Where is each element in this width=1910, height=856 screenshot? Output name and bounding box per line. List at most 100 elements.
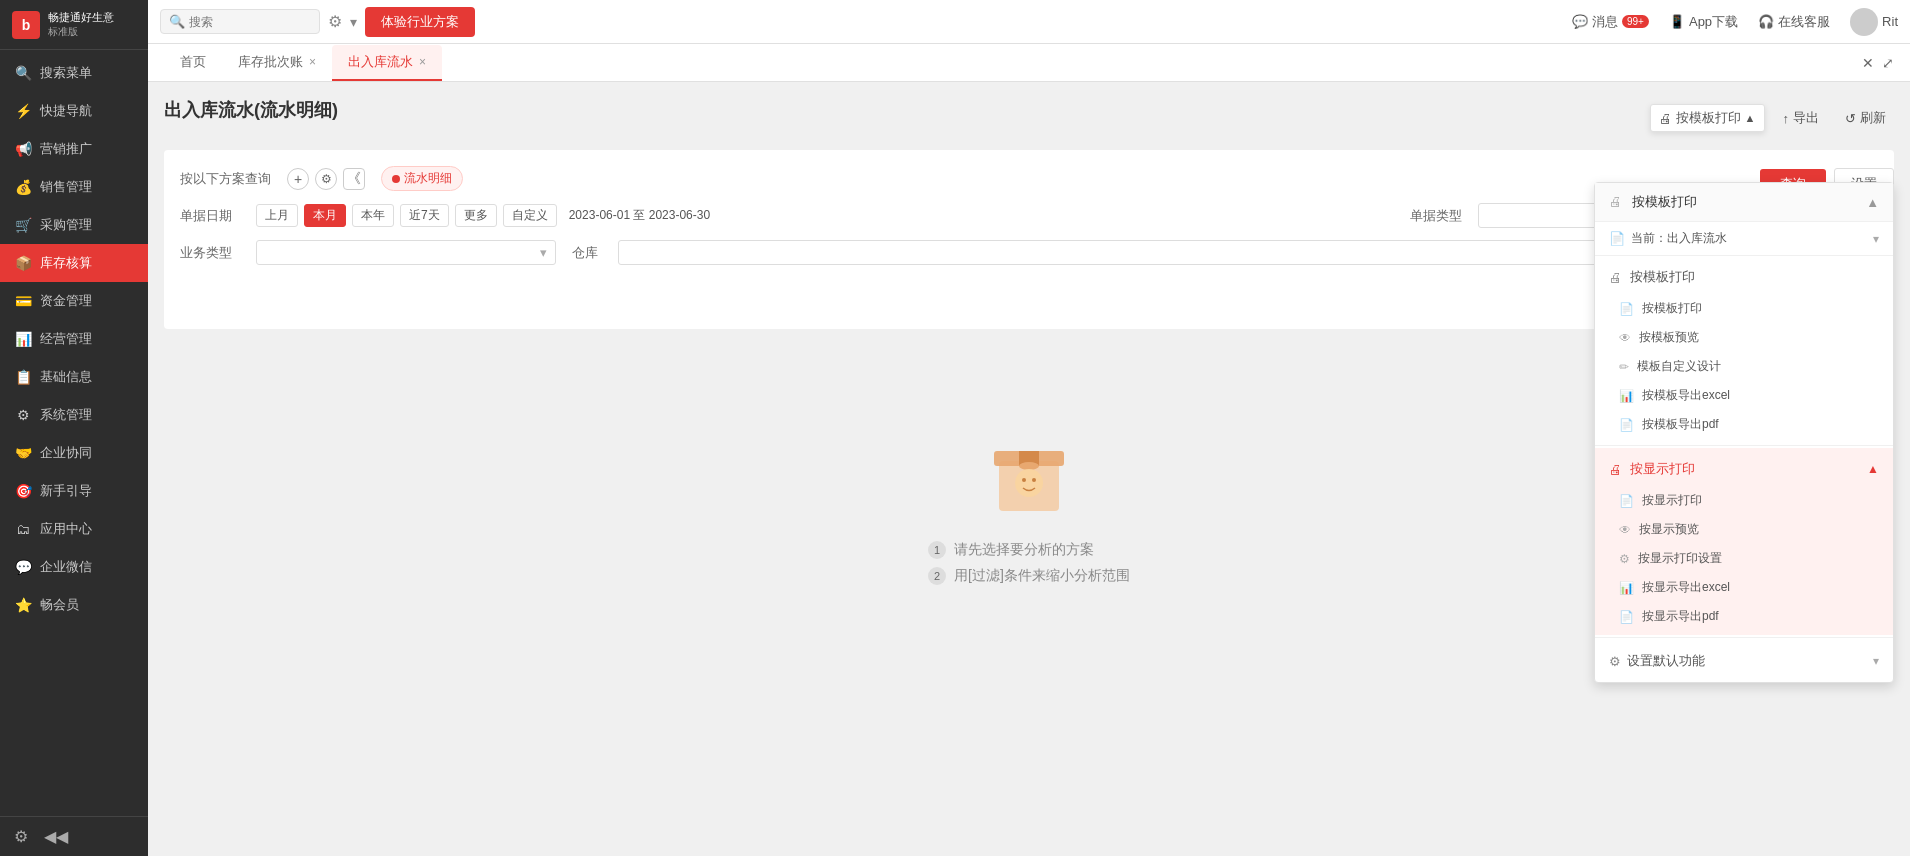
sidebar-item-label: 销售管理: [40, 178, 92, 196]
print-dropdown-title: 🖨 按模板打印: [1609, 193, 1697, 211]
display-preview-label: 按显示预览: [1639, 521, 1699, 538]
date-filter-label: 单据日期: [180, 207, 240, 225]
print-dropdown-chevron[interactable]: ▲: [1866, 195, 1879, 210]
sidebar-item-wechat[interactable]: 💬 企业微信: [0, 548, 148, 586]
topbar-search-box[interactable]: 🔍: [160, 9, 320, 34]
filter-collapse-button[interactable]: 《: [343, 168, 365, 190]
collapse-sidebar-icon[interactable]: ◀◀: [44, 827, 68, 846]
template-print-button[interactable]: 🖨 按模板打印 ▲: [1650, 104, 1765, 132]
tab-in-out-flow-close[interactable]: ×: [419, 55, 426, 69]
search-menu-icon: 🔍: [14, 65, 32, 81]
customer-service-label: 在线客服: [1778, 13, 1830, 31]
display-print-action-item[interactable]: 📄 按显示打印: [1595, 486, 1893, 515]
sidebar-item-label: 经营管理: [40, 330, 92, 348]
sidebar-item-purchase[interactable]: 🛒 采购管理: [0, 206, 148, 244]
template-preview-item[interactable]: 👁 按模板预览: [1595, 323, 1893, 352]
template-print-action-icon: 📄: [1619, 302, 1634, 316]
date-btn-custom[interactable]: 自定义: [503, 204, 557, 227]
operations-icon: 📊: [14, 331, 32, 347]
message-label: 消息: [1592, 13, 1618, 31]
settings-gear-icon[interactable]: ⚙: [328, 12, 342, 31]
business-type-label: 业务类型: [180, 244, 240, 262]
date-btn-more[interactable]: 更多: [455, 204, 497, 227]
set-default-icon: ⚙: [1609, 654, 1621, 669]
export-button[interactable]: ↑ 导出: [1775, 105, 1828, 131]
sidebar-item-enterprise[interactable]: 🤝 企业协同: [0, 434, 148, 472]
close-window-icon[interactable]: ✕: [1862, 55, 1874, 71]
sidebar-item-quick-nav[interactable]: ⚡ 快捷导航: [0, 92, 148, 130]
business-type-select[interactable]: ▾: [256, 240, 556, 265]
display-print-section: 🖨 按显示打印 ▲ 📄 按显示打印 👁 按显示预览 ⚙ 按显示打印设置: [1595, 448, 1893, 635]
template-export-pdf-item[interactable]: 📄 按模板导出pdf: [1595, 410, 1893, 439]
trial-button[interactable]: 体验行业方案: [365, 7, 475, 37]
sidebar-item-label: 库存核算: [40, 254, 92, 272]
topbar-left: 🔍 ⚙ ▾ 体验行业方案: [160, 7, 1572, 37]
filter-tag[interactable]: 流水明细: [381, 166, 463, 191]
current-template-label: 当前：出入库流水: [1631, 230, 1727, 247]
page-title: 出入库流水(流水明细): [164, 98, 338, 122]
sidebar-item-label: 资金管理: [40, 292, 92, 310]
sidebar: b 畅捷通好生意 标准版 🔍 搜索菜单 ⚡ 快捷导航 📢 营销推广 💰 销售管理…: [0, 0, 148, 856]
sidebar-item-finance[interactable]: 💳 资金管理: [0, 282, 148, 320]
date-btn-last-7[interactable]: 近7天: [400, 204, 449, 227]
sidebar-item-search-menu[interactable]: 🔍 搜索菜单: [0, 54, 148, 92]
template-export-excel-icon: 📊: [1619, 389, 1634, 403]
page-header: 出入库流水(流水明细) 🖨 按模板打印 ▲ ↑ 导出 ↺ 刷新: [164, 98, 1894, 138]
template-export-excel-item[interactable]: 📊 按模板导出excel: [1595, 381, 1893, 410]
display-section-chevron: ▲: [1867, 462, 1879, 476]
date-btn-last-month[interactable]: 上月: [256, 204, 298, 227]
tab-inventory-batch-close[interactable]: ×: [309, 55, 316, 69]
app-download-button[interactable]: 📱 App下载: [1669, 13, 1738, 31]
set-default-section: ⚙ 设置默认功能 ▾: [1595, 640, 1893, 682]
sidebar-item-label: 快捷导航: [40, 102, 92, 120]
marketing-icon: 📢: [14, 141, 32, 157]
sidebar-nav: 🔍 搜索菜单 ⚡ 快捷导航 📢 营销推广 💰 销售管理 🛒 采购管理 📦 库存核…: [0, 50, 148, 816]
message-button[interactable]: 💬 消息 99+: [1572, 13, 1649, 31]
template-custom-label: 模板自定义设计: [1637, 358, 1721, 375]
refresh-button[interactable]: ↺ 刷新: [1837, 105, 1894, 131]
set-default-header[interactable]: ⚙ 设置默认功能 ▾: [1595, 644, 1893, 678]
sidebar-item-label: 搜索菜单: [40, 64, 92, 82]
date-btn-this-year[interactable]: 本年: [352, 204, 394, 227]
search-input[interactable]: [189, 15, 309, 29]
section-divider: [1595, 445, 1893, 446]
customer-service-icon: 🎧: [1758, 14, 1774, 29]
display-export-pdf-item[interactable]: 📄 按显示导出pdf: [1595, 602, 1893, 631]
tab-in-out-flow-label: 出入库流水: [348, 53, 413, 71]
enterprise-icon: 🤝: [14, 445, 32, 461]
date-btn-this-month[interactable]: 本月: [304, 204, 346, 227]
template-print-section: 🖨 按模板打印 📄 按模板打印 👁 按模板预览 ✏ 模板自定义设计 📊: [1595, 256, 1893, 443]
display-preview-item[interactable]: 👁 按显示预览: [1595, 515, 1893, 544]
sidebar-item-inventory[interactable]: 📦 库存核算: [0, 244, 148, 282]
tab-in-out-flow[interactable]: 出入库流水 ×: [332, 45, 442, 81]
refresh-icon: ↺: [1845, 111, 1856, 126]
template-custom-item[interactable]: ✏ 模板自定义设计: [1595, 352, 1893, 381]
display-export-excel-item[interactable]: 📊 按显示导出excel: [1595, 573, 1893, 602]
app-name: 畅捷通好生意: [48, 10, 114, 24]
display-print-settings-item[interactable]: ⚙ 按显示打印设置: [1595, 544, 1893, 573]
sidebar-item-marketing[interactable]: 📢 营销推广: [0, 130, 148, 168]
tab-inventory-batch[interactable]: 库存批次账 ×: [222, 45, 332, 81]
filter-settings-button[interactable]: ⚙: [315, 168, 337, 190]
template-print-action-item[interactable]: 📄 按模板打印: [1595, 294, 1893, 323]
sidebar-item-guide[interactable]: 🎯 新手引导: [0, 472, 148, 510]
empty-step-1: 1 请先选择要分析的方案: [928, 541, 1130, 559]
sidebar-item-sales[interactable]: 💰 销售管理: [0, 168, 148, 206]
dropdown-chevron-icon[interactable]: ▾: [350, 14, 357, 30]
tag-dot: [392, 175, 400, 183]
quick-nav-icon: ⚡: [14, 103, 32, 119]
sidebar-item-label: 采购管理: [40, 216, 92, 234]
sidebar-item-basics[interactable]: 📋 基础信息: [0, 358, 148, 396]
settings-footer-icon[interactable]: ⚙: [14, 827, 28, 846]
wechat-icon: 💬: [14, 559, 32, 575]
sidebar-item-system[interactable]: ⚙ 系统管理: [0, 396, 148, 434]
filter-add-button[interactable]: +: [287, 168, 309, 190]
sidebar-item-member[interactable]: ⭐ 畅会员: [0, 586, 148, 624]
sidebar-item-app-center[interactable]: 🗂 应用中心: [0, 510, 148, 548]
sidebar-item-operations[interactable]: 📊 经营管理: [0, 320, 148, 358]
tab-home[interactable]: 首页: [164, 45, 222, 81]
purchase-icon: 🛒: [14, 217, 32, 233]
customer-service-button[interactable]: 🎧 在线客服: [1758, 13, 1830, 31]
user-avatar-area[interactable]: Rit: [1850, 8, 1898, 36]
maximize-window-icon[interactable]: ⤢: [1882, 55, 1894, 71]
